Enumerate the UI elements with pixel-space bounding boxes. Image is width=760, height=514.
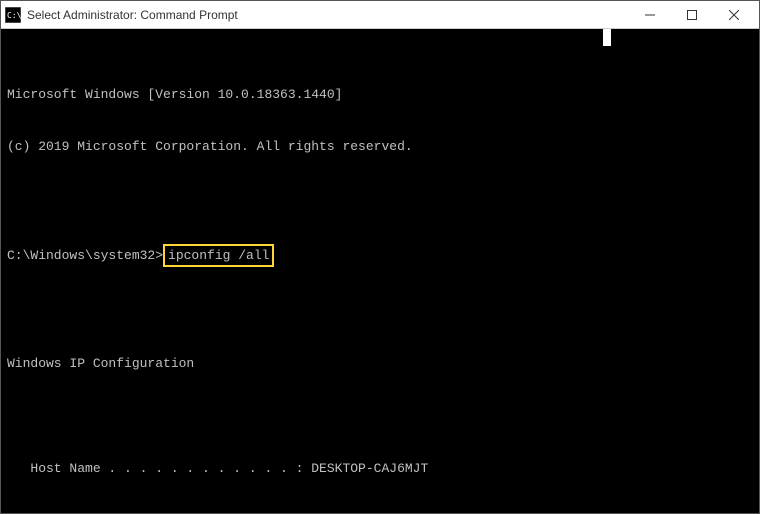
host-name-value: DESKTOP-CAJ6MJT — [311, 461, 428, 476]
window-title: Select Administrator: Command Prompt — [27, 8, 629, 22]
command-prompt-window: C:\ Select Administrator: Command Prompt… — [0, 0, 760, 514]
highlighted-command: ipconfig /all — [163, 244, 274, 268]
blank-line — [7, 191, 753, 209]
blank-line — [7, 302, 753, 320]
close-button[interactable] — [713, 1, 755, 29]
prompt-line: C:\Windows\system32>ipconfig /all — [7, 244, 753, 268]
cmd-icon: C:\ — [5, 7, 21, 23]
minimize-button[interactable] — [629, 1, 671, 29]
text-cursor — [603, 29, 611, 46]
copyright-line: (c) 2019 Microsoft Corporation. All righ… — [7, 138, 753, 156]
svg-text:C:\: C:\ — [7, 11, 21, 20]
titlebar[interactable]: C:\ Select Administrator: Command Prompt — [1, 1, 759, 29]
host-name-line: Host Name . . . . . . . . . . . . : DESK… — [7, 460, 753, 478]
prompt-text: C:\Windows\system32> — [7, 247, 163, 265]
section-ip-config: Windows IP Configuration — [7, 355, 753, 373]
maximize-button[interactable] — [671, 1, 713, 29]
window-controls — [629, 1, 755, 29]
terminal-content[interactable]: Microsoft Windows [Version 10.0.18363.14… — [1, 29, 759, 513]
version-line: Microsoft Windows [Version 10.0.18363.14… — [7, 86, 753, 104]
blank-line — [7, 407, 753, 425]
